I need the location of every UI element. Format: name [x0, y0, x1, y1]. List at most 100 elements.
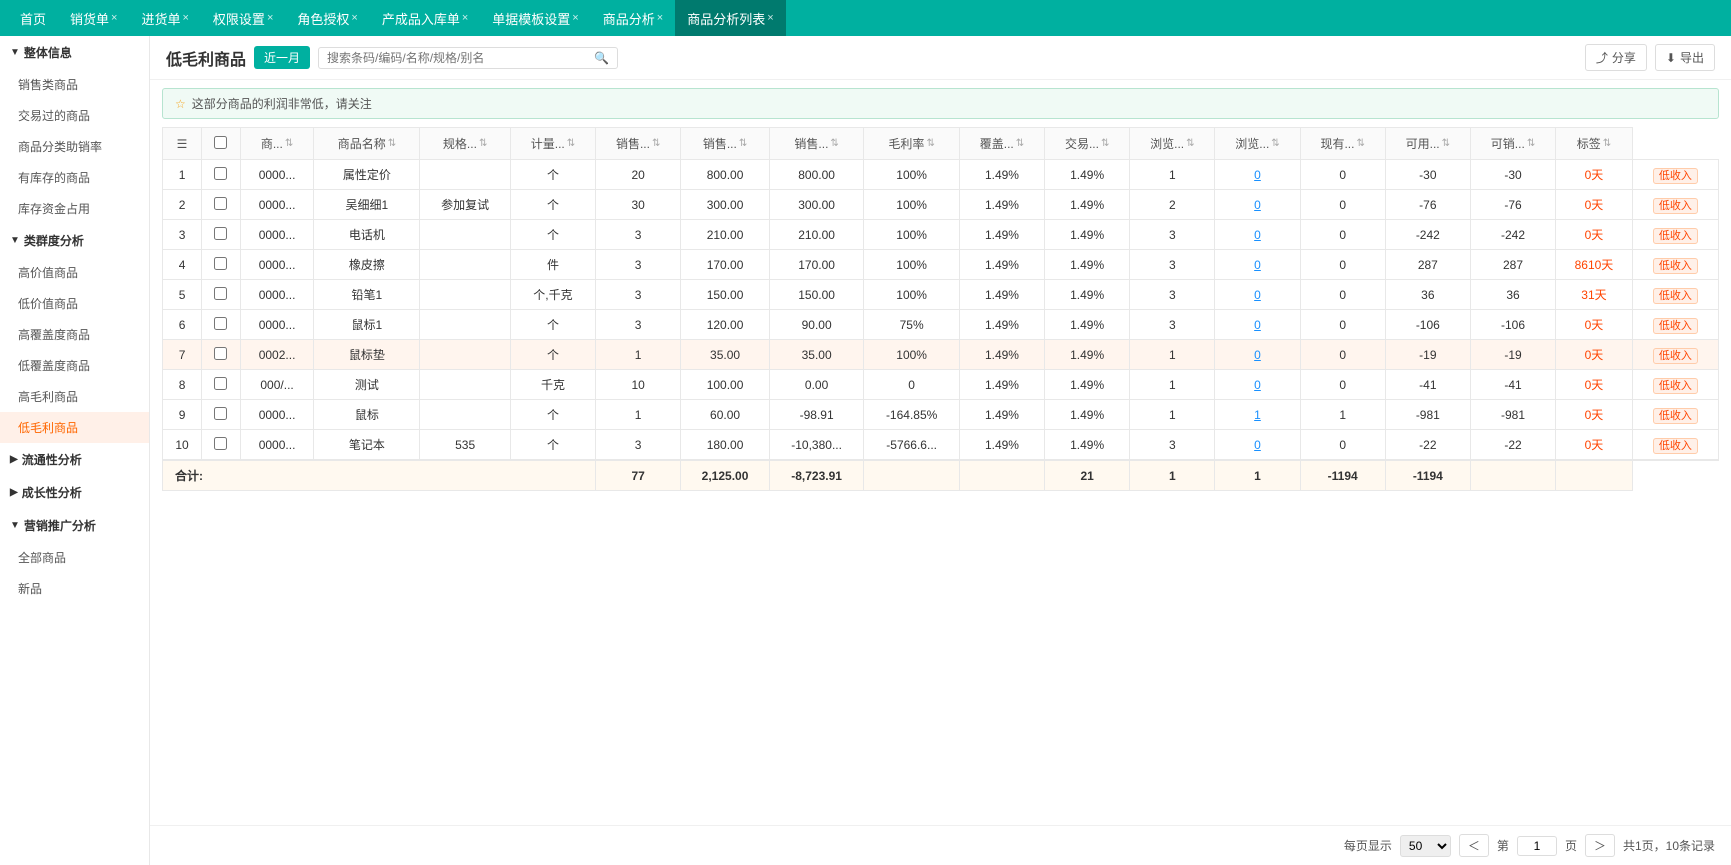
sidebar-item-有库存的商品[interactable]: 有库存的商品: [0, 162, 149, 193]
row-checkbox[interactable]: [214, 347, 227, 360]
column-header-3[interactable]: 商品名称 ⇅: [314, 128, 420, 160]
row-checkbox[interactable]: [214, 227, 227, 240]
sort-4[interactable]: 规格... ⇅: [443, 135, 487, 152]
nav-item-商品分析列表[interactable]: 商品分析列表 ×: [675, 0, 785, 36]
row-checkbox[interactable]: [214, 437, 227, 450]
sidebar-item-商品分类助销率[interactable]: 商品分类助销率: [0, 131, 149, 162]
row-checkbox[interactable]: [214, 377, 227, 390]
browse1-link[interactable]: 0: [1254, 378, 1261, 392]
column-header-4[interactable]: 规格... ⇅: [420, 128, 511, 160]
browse1-link[interactable]: 0: [1254, 258, 1261, 272]
browse1-link[interactable]: 0: [1254, 198, 1261, 212]
sidebar-item-新品[interactable]: 新品: [0, 573, 149, 604]
sort-7[interactable]: 销售... ⇅: [703, 135, 747, 152]
nav-close-icon[interactable]: ×: [111, 12, 117, 24]
column-header-8[interactable]: 销售... ⇅: [769, 128, 864, 160]
sidebar-item-高覆盖度商品[interactable]: 高覆盖度商品: [0, 319, 149, 350]
sort-6[interactable]: 销售... ⇅: [616, 135, 660, 152]
sort-8[interactable]: 销售... ⇅: [794, 135, 838, 152]
sidebar-group-流通性分析[interactable]: ▶流通性分析: [0, 443, 149, 476]
select-all-checkbox[interactable]: [214, 136, 227, 149]
sort-10[interactable]: 覆盖... ⇅: [980, 135, 1024, 152]
browse1-link[interactable]: 0: [1254, 348, 1261, 362]
nav-item-销货单[interactable]: 销货单 ×: [58, 0, 129, 36]
sort-3[interactable]: 商品名称 ⇅: [338, 135, 396, 152]
column-header-9[interactable]: 毛利率 ⇅: [864, 128, 960, 160]
column-header-12[interactable]: 浏览... ⇅: [1130, 128, 1215, 160]
column-header-2[interactable]: 商... ⇅: [240, 128, 314, 160]
sort-17[interactable]: 标签 ⇅: [1577, 135, 1611, 152]
nav-item-角色授权[interactable]: 角色授权 ×: [285, 0, 369, 36]
nav-close-icon[interactable]: ×: [351, 12, 357, 24]
row-gross-rate: 1.49%: [959, 250, 1044, 280]
sort-icon-7: ⇅: [739, 138, 747, 149]
sidebar-item-高毛利商品[interactable]: 高毛利商品: [0, 381, 149, 412]
nav-close-icon[interactable]: ×: [462, 12, 468, 24]
browse1-link[interactable]: 0: [1254, 288, 1261, 302]
nav-close-icon[interactable]: ×: [657, 12, 663, 24]
nav-item-产成品入库单[interactable]: 产成品入库单 ×: [370, 0, 480, 36]
sort-12[interactable]: 浏览... ⇅: [1150, 135, 1194, 152]
nav-close-icon[interactable]: ×: [267, 12, 273, 24]
sidebar-group-整体信息[interactable]: ▼整体信息: [0, 36, 149, 69]
row-checkbox[interactable]: [214, 197, 227, 210]
nav-close-icon[interactable]: ×: [182, 12, 188, 24]
sidebar-item-库存资金占用[interactable]: 库存资金占用: [0, 193, 149, 224]
nav-item-商品分析[interactable]: 商品分析 ×: [591, 0, 675, 36]
column-header-13[interactable]: 浏览... ⇅: [1215, 128, 1300, 160]
nav-item-首页[interactable]: 首页: [8, 0, 58, 36]
nav-item-权限设置[interactable]: 权限设置 ×: [201, 0, 285, 36]
sidebar-item-销售类商品[interactable]: 销售类商品: [0, 69, 149, 100]
column-header-11[interactable]: 交易... ⇅: [1045, 128, 1130, 160]
nav-close-icon[interactable]: ×: [767, 12, 773, 24]
sort-9[interactable]: 毛利率 ⇅: [888, 135, 934, 152]
filter-month-btn[interactable]: 近一月: [254, 46, 310, 69]
column-header-10[interactable]: 覆盖... ⇅: [959, 128, 1044, 160]
export-button[interactable]: ⬇ 导出: [1655, 44, 1715, 71]
row-checkbox[interactable]: [214, 317, 227, 330]
sort-13[interactable]: 浏览... ⇅: [1235, 135, 1279, 152]
share-button[interactable]: ⤴ 分享: [1585, 44, 1647, 71]
sort-2[interactable]: 商... ⇅: [261, 135, 293, 152]
row-checkbox[interactable]: [214, 407, 227, 420]
column-header-7[interactable]: 销售... ⇅: [681, 128, 770, 160]
search-icon[interactable]: 🔍: [594, 51, 609, 65]
browse1-link[interactable]: 0: [1254, 318, 1261, 332]
column-header-15[interactable]: 可用... ⇅: [1385, 128, 1470, 160]
row-checkbox[interactable]: [214, 257, 227, 270]
browse1-link[interactable]: 1: [1254, 408, 1261, 422]
sidebar-item-低价值商品[interactable]: 低价值商品: [0, 288, 149, 319]
column-header-6[interactable]: 销售... ⇅: [596, 128, 681, 160]
sidebar-group-类群度分析[interactable]: ▼类群度分析: [0, 224, 149, 257]
sidebar-item-低覆盖度商品[interactable]: 低覆盖度商品: [0, 350, 149, 381]
sort-16[interactable]: 可销... ⇅: [1491, 135, 1535, 152]
column-header-5[interactable]: 计量... ⇅: [510, 128, 595, 160]
page-input[interactable]: [1517, 836, 1557, 856]
row-checkbox[interactable]: [214, 167, 227, 180]
sidebar-item-全部商品[interactable]: 全部商品: [0, 542, 149, 573]
search-input[interactable]: [327, 51, 594, 65]
sidebar-item-高价值商品[interactable]: 高价值商品: [0, 257, 149, 288]
column-header-14[interactable]: 现有... ⇅: [1300, 128, 1385, 160]
browse1-link[interactable]: 0: [1254, 228, 1261, 242]
row-coverage: 1.49%: [1045, 310, 1130, 340]
sort-15[interactable]: 可用... ⇅: [1406, 135, 1450, 152]
sort-5[interactable]: 计量... ⇅: [531, 135, 575, 152]
sidebar-group-营销推广分析[interactable]: ▼营销推广分析: [0, 509, 149, 542]
browse1-link[interactable]: 0: [1254, 438, 1261, 452]
next-page-btn[interactable]: ＞: [1585, 834, 1615, 857]
nav-item-单据模板设置[interactable]: 单据模板设置 ×: [480, 0, 590, 36]
prev-page-btn[interactable]: ＜: [1459, 834, 1489, 857]
row-checkbox[interactable]: [214, 287, 227, 300]
page-size-select[interactable]: 50 100 200: [1400, 835, 1451, 857]
nav-item-进货单[interactable]: 进货单 ×: [129, 0, 200, 36]
sort-11[interactable]: 交易... ⇅: [1065, 135, 1109, 152]
browse1-link[interactable]: 0: [1254, 168, 1261, 182]
sidebar-item-交易过的商品[interactable]: 交易过的商品: [0, 100, 149, 131]
sidebar-item-低毛利商品[interactable]: 低毛利商品: [0, 412, 149, 443]
sort-14[interactable]: 现有... ⇅: [1320, 135, 1364, 152]
nav-close-icon[interactable]: ×: [572, 12, 578, 24]
column-header-17[interactable]: 标签 ⇅: [1556, 128, 1633, 160]
column-header-16[interactable]: 可销... ⇅: [1470, 128, 1555, 160]
sidebar-group-成长性分析[interactable]: ▶成长性分析: [0, 476, 149, 509]
